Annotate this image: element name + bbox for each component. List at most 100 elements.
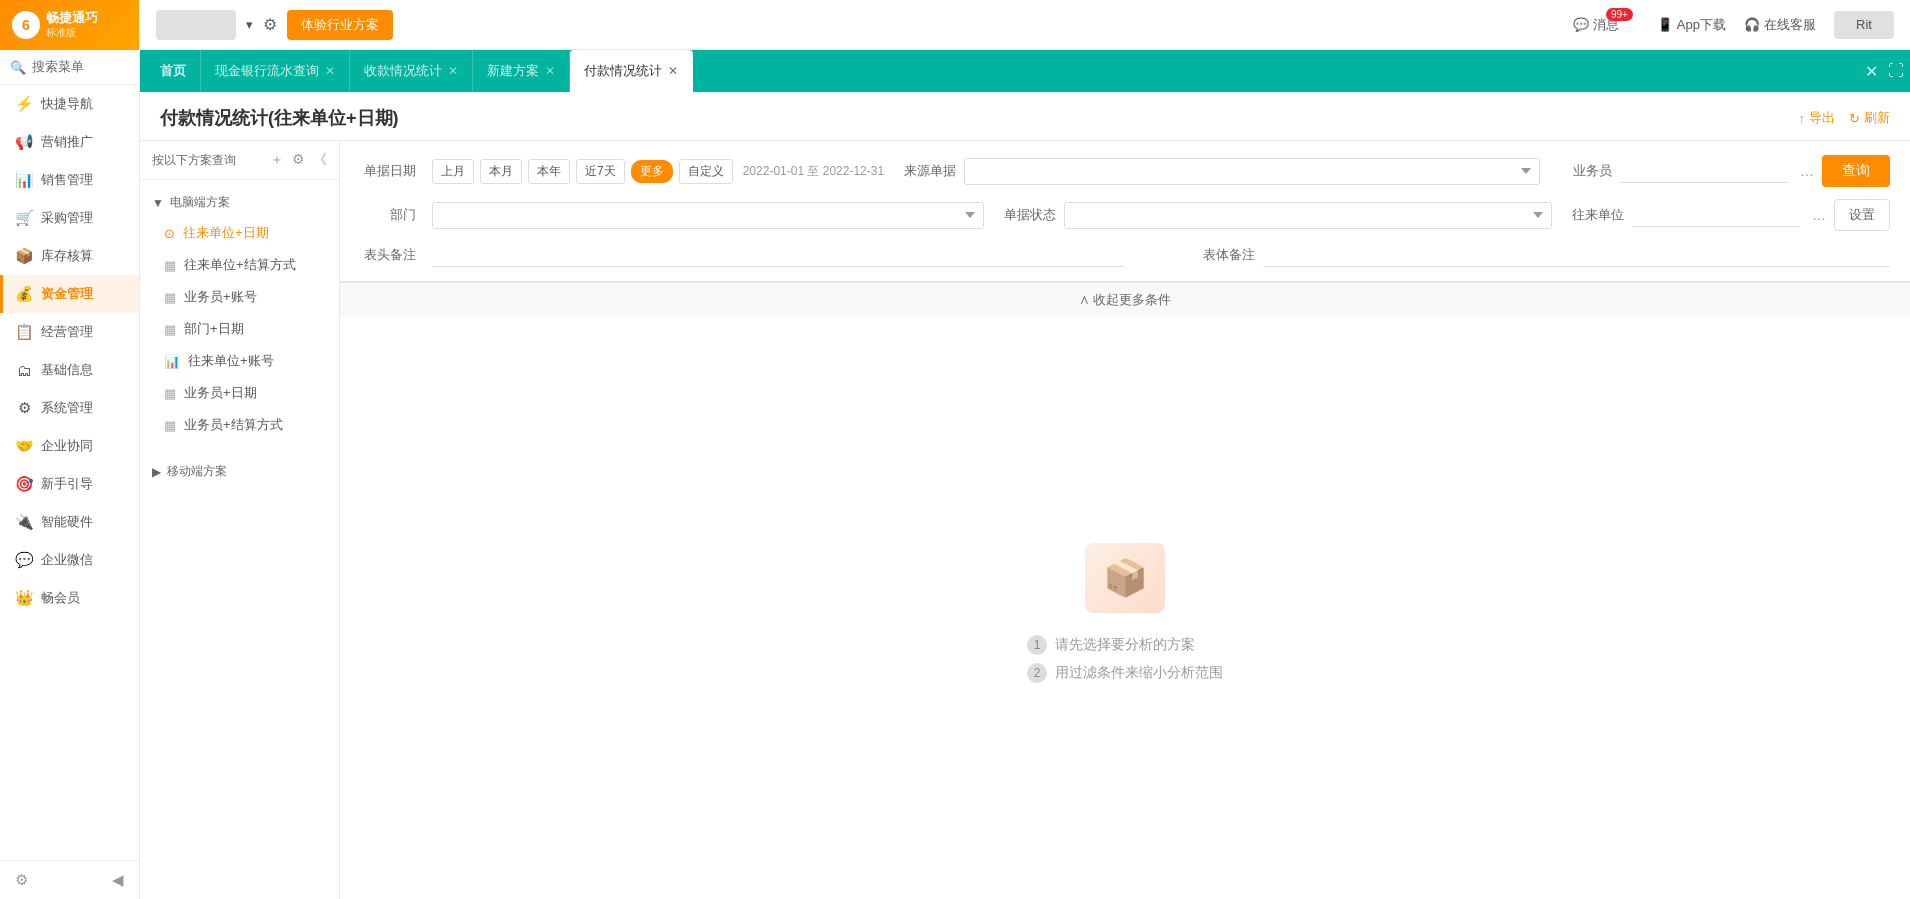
sidebar-item-inventory[interactable]: 📦库存核算: [0, 237, 139, 275]
sidebar-item-hardware[interactable]: 🔌智能硬件: [0, 503, 139, 541]
doc-status-select-wrapper: [1064, 202, 1552, 229]
sidebar-footer: ⚙ ◀: [0, 860, 139, 899]
nav-label-marketing: 营销推广: [41, 133, 93, 151]
header-dropdown-icon[interactable]: ▾: [246, 17, 253, 32]
tab-close-new-scheme[interactable]: ✕: [545, 64, 555, 78]
source-label: 来源单据: [900, 162, 956, 180]
export-btn[interactable]: ↑ 导出: [1799, 109, 1836, 127]
sidebar-item-purchase[interactable]: 🛒采购管理: [0, 199, 139, 237]
collapse-icon[interactable]: ◀: [109, 871, 127, 889]
notification-btn[interactable]: 💬 消息 99+: [1573, 16, 1619, 34]
date-btn-last-month[interactable]: 上月: [432, 159, 474, 184]
export-label: 导出: [1809, 109, 1835, 127]
date-btn-this-year[interactable]: 本年: [528, 159, 570, 184]
left-panel-header-text: 按以下方案查询: [152, 152, 236, 169]
nav-icon-collab: 🤝: [15, 437, 33, 455]
scheme-icon: ▦: [164, 258, 176, 273]
staff-input[interactable]: [1620, 159, 1788, 183]
empty-hint-2: 2 用过滤条件来缩小分析范围: [1027, 663, 1223, 683]
sidebar-item-sales[interactable]: 📊销售管理: [0, 161, 139, 199]
tab-new-scheme[interactable]: 新建方案✕: [473, 50, 570, 92]
nav-icon-system: ⚙: [15, 399, 33, 417]
filter-row-3: 表头备注 表体备注: [360, 243, 1890, 267]
refresh-label: 刷新: [1864, 109, 1890, 127]
scheme-icon: ▦: [164, 418, 176, 433]
sidebar-item-quick-nav[interactable]: ⚡快捷导航: [0, 85, 139, 123]
date-btn-7days[interactable]: 近7天: [576, 159, 625, 184]
tab-home[interactable]: 首页: [146, 50, 201, 92]
nav-label-sales: 销售管理: [41, 171, 93, 189]
logo-icon: 6: [12, 11, 40, 39]
page-actions: ↑ 导出 ↻ 刷新: [1799, 109, 1891, 127]
scheme-item-业务员-日期[interactable]: ▦业务员+日期: [140, 377, 339, 409]
desktop-scheme-title[interactable]: ▼ 电脑端方案: [140, 188, 339, 217]
query-btn[interactable]: 查询: [1822, 155, 1890, 187]
left-panel-header: 按以下方案查询 ＋ ⚙ 《: [140, 141, 339, 180]
tab-payment-stats[interactable]: 付款情况统计✕: [570, 50, 693, 92]
date-btn-more[interactable]: 更多: [631, 160, 673, 183]
dept-select[interactable]: [432, 202, 984, 229]
sidebar-item-operation[interactable]: 📋经营管理: [0, 313, 139, 351]
tab-close-payment-stats[interactable]: ✕: [668, 64, 678, 78]
body-remark-input[interactable]: [1263, 243, 1890, 267]
tab-bank-flow[interactable]: 现金银行流水查询✕: [201, 50, 350, 92]
doc-status-select[interactable]: [1064, 202, 1552, 229]
tab-expand-icon[interactable]: ⛶: [1888, 62, 1904, 80]
sidebar-item-capital[interactable]: 💰资金管理: [0, 275, 139, 313]
content: 付款情况统计(往来单位+日期) ↑ 导出 ↻ 刷新 按以下方案查询 ＋: [140, 92, 1910, 899]
filter-panel: 单据日期 上月 本月 本年 近7天 更多 自定义 2022-01-01 至 20…: [340, 141, 1910, 282]
sidebar-header: 6 畅捷通巧 标准版: [0, 0, 139, 50]
sidebar-item-guide[interactable]: 🎯新手引导: [0, 465, 139, 503]
scheme-item-往来单位-账号[interactable]: 📊往来单位+账号: [140, 345, 339, 377]
filter-row-2: 部门 单据状态 往来单位 …: [360, 199, 1890, 231]
page-title: 付款情况统计(往来单位+日期): [160, 106, 399, 130]
date-btn-this-month[interactable]: 本月: [480, 159, 522, 184]
staff-dots-icon[interactable]: …: [1800, 163, 1814, 179]
sidebar-subtitle: 标准版: [46, 26, 98, 40]
scheme-item-业务员-结算方式[interactable]: ▦业务员+结算方式: [140, 409, 339, 441]
sidebar-search[interactable]: 🔍 搜索菜单: [0, 50, 139, 85]
scheme-item-往来单位-结算方式[interactable]: ▦往来单位+结算方式: [140, 249, 339, 281]
scheme-label: 业务员+账号: [184, 288, 257, 306]
date-btn-custom[interactable]: 自定义: [679, 159, 733, 184]
online-service-btn[interactable]: 🎧 在线客服: [1744, 16, 1816, 34]
scheme-icon: ⊙: [164, 226, 175, 241]
scheme-item-往来单位-日期[interactable]: ⊙往来单位+日期: [140, 217, 339, 249]
scheme-item-部门-日期[interactable]: ▦部门+日期: [140, 313, 339, 345]
app-download-label: App下载: [1677, 16, 1726, 34]
tab-receipt-stats[interactable]: 收款情况统计✕: [350, 50, 473, 92]
nav-label-member: 畅会员: [41, 589, 80, 607]
nav-icon-purchase: 🛒: [15, 209, 33, 227]
sidebar-item-wechat[interactable]: 💬企业微信: [0, 541, 139, 579]
nav-icon-guide: 🎯: [15, 475, 33, 493]
collapse-panel-icon[interactable]: 《: [313, 151, 327, 169]
scheme-item-业务员-账号[interactable]: ▦业务员+账号: [140, 281, 339, 313]
trial-btn[interactable]: 体验行业方案: [287, 10, 393, 40]
sidebar-item-system[interactable]: ⚙系统管理: [0, 389, 139, 427]
headset-icon: 🎧: [1744, 17, 1760, 32]
user-avatar[interactable]: Rit: [1834, 11, 1894, 39]
settings-scheme-icon[interactable]: ⚙: [292, 151, 305, 169]
app-download-btn[interactable]: 📱 App下载: [1657, 16, 1726, 34]
settings-icon[interactable]: ⚙: [12, 871, 30, 889]
collapse-bar[interactable]: ∧ 收起更多条件: [340, 282, 1910, 317]
sidebar-item-collab[interactable]: 🤝企业协同: [0, 427, 139, 465]
sidebar-item-basic-info[interactable]: 🗂基础信息: [0, 351, 139, 389]
tab-close-all-icon[interactable]: ✕: [1865, 62, 1878, 81]
refresh-btn[interactable]: ↻ 刷新: [1849, 109, 1890, 127]
source-select[interactable]: [964, 158, 1540, 185]
header-remark-input[interactable]: [432, 243, 1123, 267]
partner-input[interactable]: [1632, 203, 1800, 227]
header-settings-icon[interactable]: ⚙: [263, 15, 277, 34]
empty-icon: 📦: [1075, 533, 1175, 623]
partner-dots-icon[interactable]: …: [1812, 207, 1826, 223]
nav-icon-inventory: 📦: [15, 247, 33, 265]
settings-btn[interactable]: 设置: [1834, 199, 1890, 231]
nav-icon-basic-info: 🗂: [15, 362, 33, 379]
tab-close-bank-flow[interactable]: ✕: [325, 64, 335, 78]
sidebar-item-marketing[interactable]: 📢营销推广: [0, 123, 139, 161]
tab-close-receipt-stats[interactable]: ✕: [448, 64, 458, 78]
sidebar-item-member[interactable]: 👑畅会员: [0, 579, 139, 617]
add-scheme-icon[interactable]: ＋: [270, 151, 284, 169]
mobile-scheme-title[interactable]: ▶ 移动端方案: [140, 457, 339, 486]
